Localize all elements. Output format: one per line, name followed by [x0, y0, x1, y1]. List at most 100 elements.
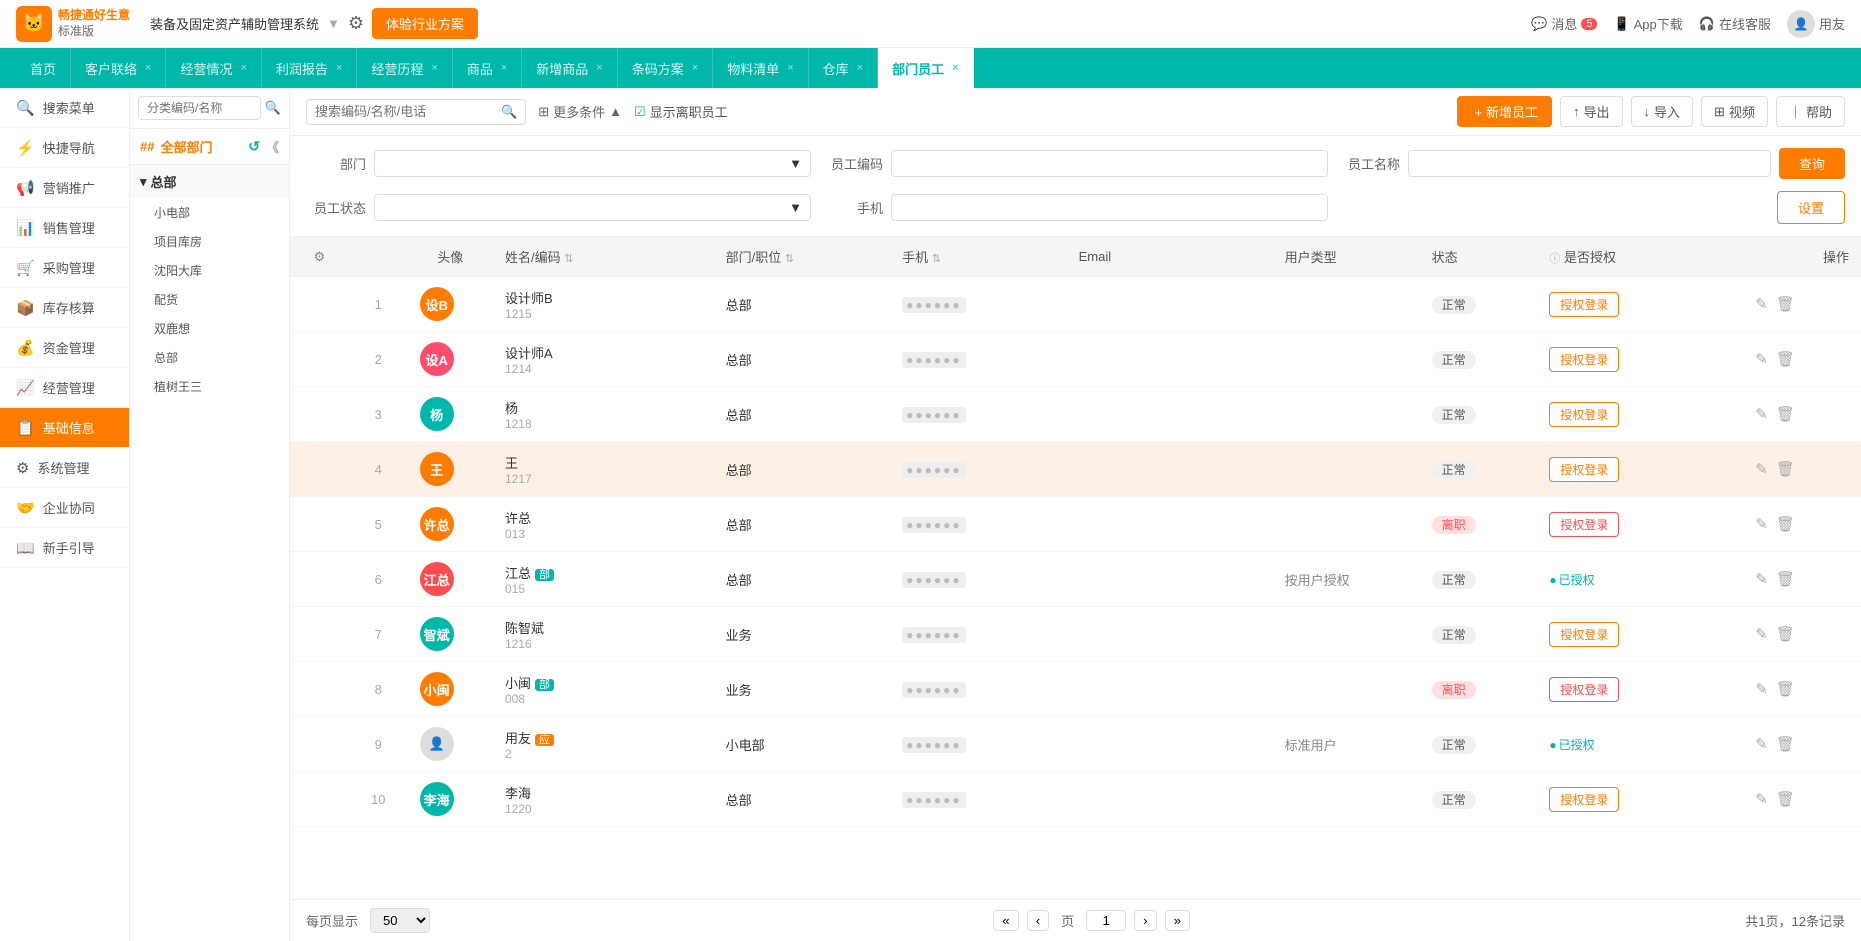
edit-icon[interactable]: ✎	[1755, 570, 1768, 588]
dept-item-0-6[interactable]: 植树王三	[130, 372, 289, 401]
nav-tab-6[interactable]: 新增商品×	[522, 48, 617, 88]
nav-tab-close[interactable]: ×	[145, 62, 151, 74]
delete-icon[interactable]: 🗑	[1776, 735, 1795, 753]
sidebar-item-7[interactable]: 📈 经营管理	[0, 368, 129, 408]
edit-icon[interactable]: ✎	[1755, 295, 1768, 313]
delete-icon[interactable]: 🗑	[1776, 790, 1795, 808]
nav-tab-7[interactable]: 条码方案×	[618, 48, 713, 88]
page-size-select[interactable]: 50 100 200	[370, 908, 430, 933]
nav-tab-close[interactable]: ×	[692, 62, 698, 74]
edit-icon[interactable]: ✎	[1755, 405, 1768, 423]
row-settings[interactable]	[290, 717, 349, 772]
auth-button[interactable]: 授权登录	[1549, 457, 1619, 482]
auth-button[interactable]: 授权登录	[1549, 292, 1619, 317]
nav-tab-8[interactable]: 物料清单×	[713, 48, 808, 88]
col-name-header[interactable]: 姓名/编码 ⇅	[493, 237, 714, 277]
sidebar-item-0[interactable]: 🔍 搜索菜单	[0, 88, 129, 128]
row-settings[interactable]	[290, 772, 349, 827]
help-button[interactable]: ｜ 帮助	[1776, 96, 1845, 127]
nav-tab-close[interactable]: ×	[431, 62, 437, 74]
edit-icon[interactable]: ✎	[1755, 790, 1768, 808]
sidebar-item-6[interactable]: 💰 资金管理	[0, 328, 129, 368]
nav-tab-close[interactable]: ×	[336, 62, 342, 74]
delete-icon[interactable]: 🗑	[1776, 570, 1795, 588]
first-page-button[interactable]: «	[993, 910, 1018, 931]
collapse-icon[interactable]: 《	[266, 137, 279, 156]
delete-icon[interactable]: 🗑	[1776, 295, 1795, 313]
delete-icon[interactable]: 🗑	[1776, 405, 1795, 423]
auth-button[interactable]: 授权登录	[1549, 512, 1619, 537]
dept-search-input[interactable]	[138, 96, 261, 120]
nav-tab-close[interactable]: ×	[787, 62, 793, 74]
delete-icon[interactable]: 🗑	[1776, 625, 1795, 643]
next-page-button[interactable]: ›	[1134, 910, 1156, 931]
delete-icon[interactable]: 🗑	[1776, 350, 1795, 368]
dropdown-icon[interactable]: ▼	[327, 16, 340, 31]
messages-button[interactable]: 💬 消息 5	[1531, 14, 1597, 33]
nav-tab-3[interactable]: 利润报告×	[262, 48, 357, 88]
show-resigned-toggle[interactable]: ☑ 显示离职员工	[634, 102, 728, 121]
refresh-icon[interactable]: ↺	[248, 138, 260, 155]
col-settings-header[interactable]: ⚙	[290, 237, 349, 277]
edit-icon[interactable]: ✎	[1755, 625, 1768, 643]
auth-button[interactable]: 授权登录	[1549, 347, 1619, 372]
nav-tab-1[interactable]: 客户联络×	[71, 48, 166, 88]
auth-button[interactable]: 授权登录	[1549, 402, 1619, 427]
dept-item-0-0[interactable]: 小电部	[130, 198, 289, 227]
page-number-input[interactable]	[1086, 910, 1126, 931]
dept-item-0-4[interactable]: 双鹿想	[130, 314, 289, 343]
export-button[interactable]: ↑ 导出	[1560, 96, 1623, 127]
row-settings[interactable]	[290, 387, 349, 442]
edit-icon[interactable]: ✎	[1755, 735, 1768, 753]
delete-icon[interactable]: 🗑	[1776, 460, 1795, 478]
delete-icon[interactable]: 🗑	[1776, 515, 1795, 533]
edit-icon[interactable]: ✎	[1755, 350, 1768, 368]
nav-tab-close[interactable]: ×	[501, 62, 507, 74]
user-menu[interactable]: 👤 用友	[1787, 10, 1845, 38]
dept-group-title-0[interactable]: ▾ 总部	[130, 165, 289, 198]
row-settings[interactable]	[290, 277, 349, 332]
col-dept-header[interactable]: 部门/职位 ⇅	[714, 237, 891, 277]
edit-icon[interactable]: ✎	[1755, 460, 1768, 478]
nav-tab-10[interactable]: 部门员工×	[878, 48, 973, 88]
dept-select[interactable]: ▼	[374, 150, 811, 177]
empname-input[interactable]	[1408, 150, 1771, 177]
sidebar-item-9[interactable]: ⚙ 系统管理	[0, 448, 129, 488]
trial-button[interactable]: 体验行业方案	[372, 8, 478, 39]
search-input[interactable]	[315, 104, 495, 119]
prev-page-button[interactable]: ‹	[1027, 910, 1049, 931]
sidebar-item-4[interactable]: 🛒 采购管理	[0, 248, 129, 288]
import-button[interactable]: ↓ 导入	[1631, 96, 1694, 127]
sidebar-item-10[interactable]: 🤝 企业协同	[0, 488, 129, 528]
edit-icon[interactable]: ✎	[1755, 515, 1768, 533]
row-settings[interactable]	[290, 552, 349, 607]
dept-item-0-1[interactable]: 项目库房	[130, 227, 289, 256]
dept-item-0-3[interactable]: 配货	[130, 285, 289, 314]
sidebar-item-5[interactable]: 📦 库存核算	[0, 288, 129, 328]
edit-icon[interactable]: ✎	[1755, 680, 1768, 698]
sidebar-item-3[interactable]: 📊 销售管理	[0, 208, 129, 248]
setting-button[interactable]: 设置	[1777, 191, 1845, 224]
phone-input[interactable]	[891, 194, 1328, 221]
last-page-button[interactable]: »	[1165, 910, 1190, 931]
col-phone-header[interactable]: 手机 ⇅	[890, 237, 1067, 277]
nav-tab-2[interactable]: 经营情况×	[166, 48, 261, 88]
add-employee-button[interactable]: + 新增员工	[1457, 96, 1552, 127]
sidebar-item-8[interactable]: 📋 基础信息	[0, 408, 129, 448]
sidebar-item-2[interactable]: 📢 营销推广	[0, 168, 129, 208]
row-settings[interactable]	[290, 442, 349, 497]
status-select[interactable]: ▼	[374, 194, 811, 221]
nav-tab-close[interactable]: ×	[857, 62, 863, 74]
search-button[interactable]: 查询	[1779, 148, 1845, 179]
nav-tab-close[interactable]: ×	[596, 62, 602, 74]
app-download-button[interactable]: 📱 App下载	[1613, 14, 1682, 33]
more-conditions-button[interactable]: ⊞ 更多条件 ▲	[538, 102, 622, 121]
auth-button[interactable]: 授权登录	[1549, 622, 1619, 647]
row-settings[interactable]	[290, 497, 349, 552]
auth-button[interactable]: 授权登录	[1549, 677, 1619, 702]
row-settings[interactable]	[290, 332, 349, 387]
nav-tab-9[interactable]: 仓库×	[809, 48, 878, 88]
nav-tab-4[interactable]: 经营历程×	[357, 48, 452, 88]
settings-icon[interactable]: ⚙	[348, 13, 364, 34]
dept-item-0-5[interactable]: 总部	[130, 343, 289, 372]
